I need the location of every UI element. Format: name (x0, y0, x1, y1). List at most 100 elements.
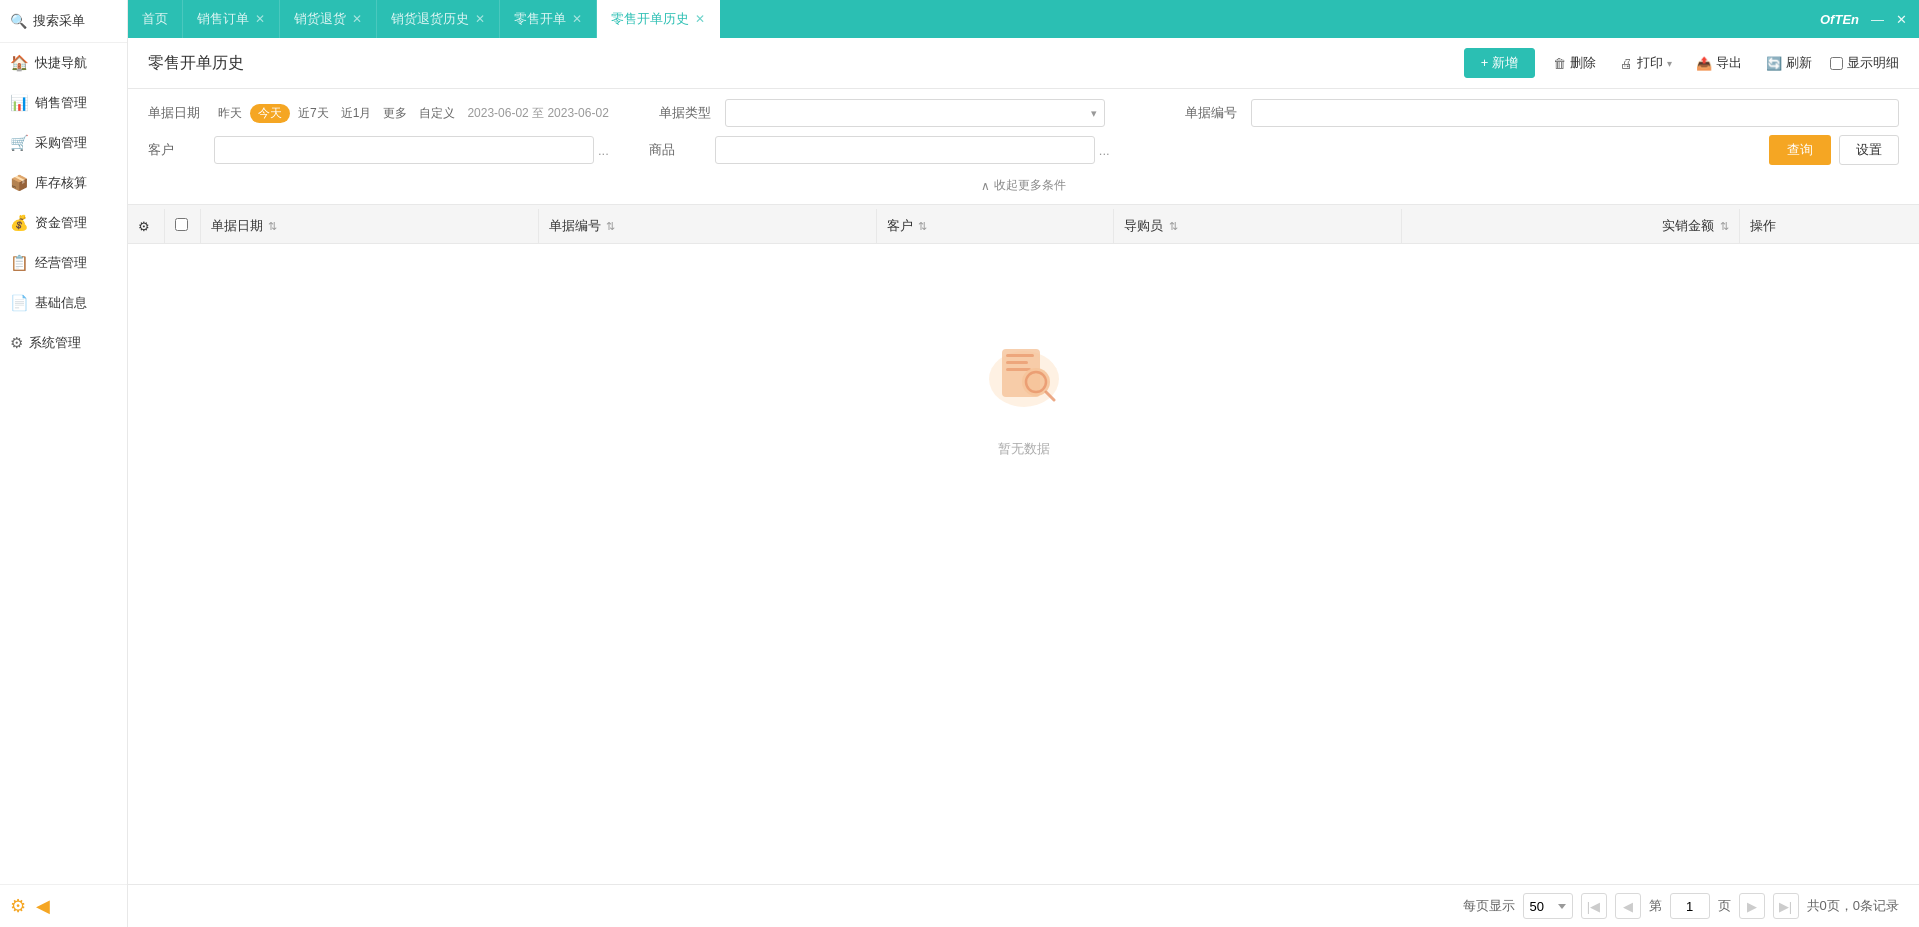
sidebar-item-label: 基础信息 (35, 294, 87, 312)
date-btn-custom[interactable]: 自定义 (415, 104, 459, 123)
th-customer[interactable]: 客户 ⇅ (876, 209, 1114, 244)
export-button[interactable]: 📤 导出 (1690, 50, 1748, 76)
sort-customer-icon: ⇅ (918, 220, 927, 232)
tab-sales-return-label: 销货退货 (294, 10, 346, 28)
sidebar-item-label: 销售管理 (35, 94, 87, 112)
collapse-label: 收起更多条件 (994, 177, 1066, 194)
tab-sales-order-label: 销售订单 (197, 10, 249, 28)
empty-text: 暂无数据 (998, 440, 1050, 458)
sidebar-search[interactable]: 🔍 搜索采单 (0, 0, 127, 43)
th-check[interactable] (164, 209, 200, 244)
refresh-label: 刷新 (1786, 54, 1812, 72)
tab-home-label: 首页 (142, 10, 168, 28)
add-button[interactable]: + 新增 (1464, 48, 1535, 78)
show-detail-label: 显示明细 (1847, 54, 1899, 72)
customer-ellipsis[interactable]: ... (598, 143, 609, 158)
sidebar-item-label: 系统管理 (29, 334, 81, 352)
th-date[interactable]: 单据日期 ⇅ (200, 209, 538, 244)
tab-retail-open-history-close[interactable]: ✕ (695, 12, 705, 26)
column-settings-icon[interactable]: ⚙ (138, 219, 150, 234)
page-of-label: 页 (1718, 897, 1731, 915)
refresh-icon: 🔄 (1766, 56, 1782, 71)
doc-no-input[interactable] (1251, 99, 1899, 127)
tab-sales-return-history[interactable]: 销货退货历史 ✕ (377, 0, 500, 38)
date-btn-more[interactable]: 更多 (379, 104, 411, 123)
window-minimize[interactable]: — (1871, 12, 1884, 27)
page-size-select[interactable]: 50 10 20 100 (1523, 893, 1573, 919)
delete-label: 删除 (1570, 54, 1596, 72)
date-btn-today[interactable]: 今天 (250, 104, 290, 123)
last-page-button[interactable]: ▶| (1773, 893, 1799, 919)
collapse-sidebar-icon[interactable]: ◀ (36, 895, 50, 917)
show-detail-checkbox[interactable] (1830, 57, 1843, 70)
page-number-input[interactable] (1670, 893, 1710, 919)
delete-button[interactable]: 🗑 删除 (1547, 50, 1602, 76)
svg-rect-4 (1006, 368, 1031, 371)
th-no[interactable]: 单据编号 ⇅ (538, 209, 876, 244)
page-label: 第 (1649, 897, 1662, 915)
search-icon: 🔍 (10, 13, 27, 29)
product-ellipsis[interactable]: ... (1099, 143, 1110, 158)
tab-sales-return-history-close[interactable]: ✕ (475, 12, 485, 26)
sidebar-item-operations[interactable]: 📋 经营管理 (0, 243, 127, 283)
sidebar-item-quick-nav[interactable]: 🏠 快捷导航 (0, 43, 127, 83)
tab-sales-order-close[interactable]: ✕ (255, 12, 265, 26)
th-no-label: 单据编号 (549, 218, 601, 233)
customer-input[interactable] (214, 136, 594, 164)
tab-sales-return-history-label: 销货退货历史 (391, 10, 469, 28)
tab-retail-open-history[interactable]: 零售开单历史 ✕ (597, 0, 720, 38)
sort-no-icon: ⇅ (606, 220, 615, 232)
date-btn-yesterday[interactable]: 昨天 (214, 104, 246, 123)
gear-icon: ⚙ (10, 334, 23, 352)
date-btn-last-month[interactable]: 近1月 (337, 104, 376, 123)
settings-button[interactable]: 设置 (1839, 135, 1899, 165)
first-page-button[interactable]: |◀ (1581, 893, 1607, 919)
sidebar-item-label: 采购管理 (35, 134, 87, 152)
next-page-button[interactable]: ▶ (1739, 893, 1765, 919)
tab-home[interactable]: 首页 (128, 0, 183, 38)
sidebar-item-basic-info[interactable]: 📄 基础信息 (0, 283, 127, 323)
th-date-label: 单据日期 (211, 218, 263, 233)
date-btn-last7[interactable]: 近7天 (294, 104, 333, 123)
doc-icon: 📄 (10, 294, 29, 312)
th-amount[interactable]: 实销金额 ⇅ (1402, 209, 1740, 244)
sidebar-item-system-mgmt[interactable]: ⚙ 系统管理 (0, 323, 127, 363)
sidebar-item-sales-mgmt[interactable]: 📊 销售管理 (0, 83, 127, 123)
th-guide-label: 导购员 (1124, 218, 1163, 233)
th-amount-label: 实销金额 (1662, 218, 1714, 233)
show-detail-toggle[interactable]: 显示明细 (1830, 54, 1899, 72)
money-icon: 💰 (10, 214, 29, 232)
table-footer: 每页显示 50 10 20 100 |◀ ◀ 第 页 ▶ ▶| 共0页，0条记录 (128, 884, 1919, 927)
sidebar-item-finance[interactable]: 💰 资金管理 (0, 203, 127, 243)
window-close[interactable]: ✕ (1896, 12, 1907, 27)
prev-page-button[interactable]: ◀ (1615, 893, 1641, 919)
sidebar-item-purchase-mgmt[interactable]: 🛒 采购管理 (0, 123, 127, 163)
doc-type-label: 单据类型 (659, 104, 719, 122)
th-gear[interactable]: ⚙ (128, 209, 164, 244)
tab-retail-open-close[interactable]: ✕ (572, 12, 582, 26)
tab-sales-return-close[interactable]: ✕ (352, 12, 362, 26)
date-filter-buttons: 昨天 今天 近7天 近1月 更多 自定义 2023-06-02 至 2023-0… (214, 104, 609, 123)
settings-icon[interactable]: ⚙ (10, 895, 26, 917)
product-input[interactable] (715, 136, 1095, 164)
doc-type-select[interactable] (725, 99, 1105, 127)
empty-illustration (974, 324, 1074, 424)
collapse-filter-bar[interactable]: ∧ 收起更多条件 (148, 173, 1899, 198)
th-guide[interactable]: 导购员 ⇅ (1114, 209, 1402, 244)
empty-state: 暂无数据 (128, 244, 1919, 498)
sort-date-icon: ⇅ (268, 220, 277, 232)
tab-sales-return[interactable]: 销货退货 ✕ (280, 0, 377, 38)
chart-icon: 📊 (10, 94, 29, 112)
print-label: 打印 (1637, 54, 1663, 72)
date-range-display: 2023-06-02 至 2023-06-02 (467, 105, 608, 122)
print-icon: 🖨 (1620, 56, 1633, 71)
tab-sales-order[interactable]: 销售订单 ✕ (183, 0, 280, 38)
refresh-button[interactable]: 🔄 刷新 (1760, 50, 1818, 76)
select-all-checkbox[interactable] (175, 218, 188, 231)
tab-retail-open[interactable]: 零售开单 ✕ (500, 0, 597, 38)
print-button[interactable]: 🖨 打印 ▾ (1614, 50, 1678, 76)
filter-area: 单据日期 昨天 今天 近7天 近1月 更多 自定义 2023-06-02 至 2… (128, 89, 1919, 205)
query-button[interactable]: 查询 (1769, 135, 1831, 165)
sidebar-item-inventory[interactable]: 📦 库存核算 (0, 163, 127, 203)
tab-bar-right: OfTEn — ✕ (1820, 0, 1919, 38)
